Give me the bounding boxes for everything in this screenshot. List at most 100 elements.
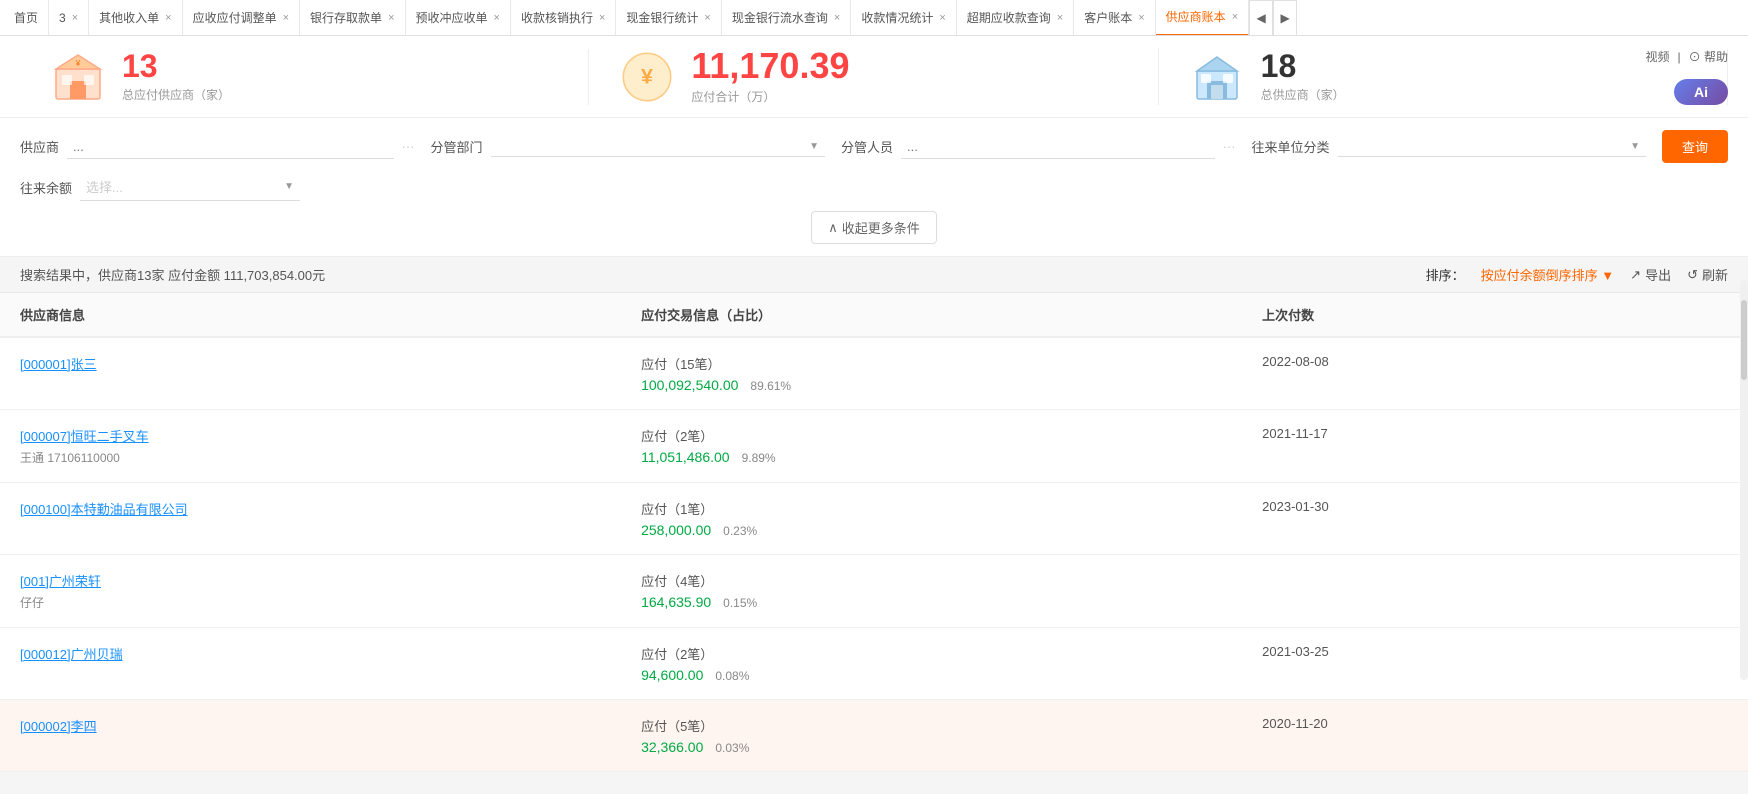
supplier-link-0[interactable]: [000001]张三 (20, 354, 641, 373)
payable-info-5: 应付（5笔） 32,366.00 0.03% (641, 716, 1262, 755)
scrollbar-thumb[interactable] (1741, 300, 1747, 380)
last-pay-date-0: 2022-08-08 (1262, 354, 1728, 369)
nav-tab-supplier-account-close[interactable]: × (1232, 11, 1238, 23)
sort-value[interactable]: 按应付余额倒序排序 ▼ (1481, 265, 1614, 284)
nav-tab-supplier-account-label: 供应商账本 (1166, 8, 1226, 25)
pay-amount-3[interactable]: 164,635.90 (641, 594, 711, 610)
help-link[interactable]: ⊙ 帮助 (1689, 48, 1728, 65)
table-row: [000012]广州贝瑞 应付（2笔） 94,600.00 0.08% 2021… (0, 628, 1748, 700)
nav-tab-home[interactable]: 首页 (4, 0, 49, 36)
pay-count-3: 应付（4笔） (641, 571, 1262, 590)
last-pay-date-4: 2021-03-25 (1262, 644, 1728, 659)
pay-amount-1[interactable]: 11,051,486.00 (641, 449, 730, 465)
payable-info-1: 应付（2笔） 11,051,486.00 9.89% (641, 426, 1262, 465)
category-label: 往来单位分类 (1252, 137, 1330, 156)
filter-balance: 往来余额 选择... ▼ (20, 173, 300, 201)
video-link[interactable]: 视频 (1646, 48, 1670, 65)
nav-tab-bank-deposit-close[interactable]: × (388, 12, 394, 24)
nav-tab-prepay[interactable]: 预收冲应收单 × (406, 0, 511, 36)
balance-select[interactable]: 选择... ▼ (80, 173, 300, 201)
ai-button[interactable]: Ai (1674, 79, 1728, 105)
category-select[interactable]: ▼ (1338, 137, 1646, 157)
svg-text:¥: ¥ (75, 59, 81, 68)
pay-count-5: 应付（5笔） (641, 716, 1262, 735)
nav-tab-collection-exec-label: 收款核销执行 (521, 9, 593, 26)
nav-tab-overdue-query-label: 超期应收款查询 (967, 9, 1051, 26)
col-header-payable: 应付交易信息（占比） (641, 305, 1262, 324)
nav-arrow-left[interactable]: ◀ (1249, 0, 1273, 36)
nav-tab-home-label: 首页 (14, 9, 38, 26)
nav-tab-other-income-close[interactable]: × (165, 12, 171, 24)
nav-tab-ap-adjust-close[interactable]: × (283, 12, 289, 24)
nav-arrow-right[interactable]: ▶ (1273, 0, 1297, 36)
pay-percent-5: 0.03% (715, 741, 749, 755)
vendor-icon: ¥ (50, 49, 106, 105)
nav-tab-overdue-query[interactable]: 超期应收款查询 × (957, 0, 1074, 36)
filter-bar: 供应商 ··· 分管部门 ▼ 分管人员 ··· 往来单位分类 ▼ 查询 (0, 118, 1748, 257)
filter-person: 分管人员 ··· (841, 135, 1236, 159)
vertical-scrollbar[interactable] (1740, 280, 1748, 680)
ap-amount-icon: ¥ (619, 49, 675, 105)
payable-info-3: 应付（4笔） 164,635.90 0.15% (641, 571, 1262, 610)
nav-tab-overdue-query-close[interactable]: × (1057, 12, 1063, 24)
supplier-link-3[interactable]: [001]广州荣轩 (20, 571, 641, 590)
supplier-link-2[interactable]: [000100]本特勤油品有限公司 (20, 499, 641, 518)
stat-ap-amount-content: 11,170.39 应付合计（万） (691, 48, 849, 105)
nav-tab-bank-deposit[interactable]: 银行存取款单 × (300, 0, 405, 36)
nav-tab-other-income-label: 其他收入单 (99, 9, 159, 26)
supplier-more-icon[interactable]: ··· (402, 139, 415, 154)
nav-tab-customer-account-close[interactable]: × (1138, 12, 1144, 24)
nav-tab-prepay-close[interactable]: × (494, 12, 500, 24)
nav-tab-3[interactable]: 3 × (49, 0, 89, 36)
nav-tab-3-label: 3 (59, 11, 66, 25)
pay-amount-4[interactable]: 94,600.00 (641, 667, 703, 683)
nav-tab-other-income[interactable]: 其他收入单 × (89, 0, 182, 36)
person-input[interactable] (901, 135, 1214, 159)
stat-ap-suppliers-content: 13 总应付供应商（家） (122, 50, 230, 103)
filter-supplier: 供应商 ··· (20, 135, 415, 159)
stat-ap-amount-label: 应付合计（万） (691, 88, 849, 105)
stat-total-suppliers-label: 总供应商（家） (1261, 86, 1345, 103)
refresh-button[interactable]: ↺ 刷新 (1687, 265, 1728, 284)
pay-amount-2[interactable]: 258,000.00 (641, 522, 711, 538)
nav-tab-ap-adjust[interactable]: 应收应付调整单 × (183, 0, 300, 36)
pay-amount-5[interactable]: 32,366.00 (641, 739, 703, 755)
nav-tab-cash-bank-flow[interactable]: 现金银行流水查询 × (722, 0, 851, 36)
pay-percent-4: 0.08% (715, 669, 749, 683)
pay-amount-0[interactable]: 100,092,540.00 (641, 377, 738, 393)
collapse-button[interactable]: ∧ 收起更多条件 (811, 211, 937, 244)
results-right: 排序： 按应付余额倒序排序 ▼ ↗ 导出 ↺ 刷新 (1426, 265, 1728, 284)
dept-select[interactable]: ▼ (491, 137, 825, 157)
nav-tab-collection-stat[interactable]: 收款情况统计 × (851, 0, 956, 36)
filter-row-2: 往来余额 选择... ▼ (20, 173, 1728, 201)
filter-row-1: 供应商 ··· 分管部门 ▼ 分管人员 ··· 往来单位分类 ▼ 查询 (20, 130, 1728, 163)
svg-text:¥: ¥ (641, 64, 653, 88)
export-button[interactable]: ↗ 导出 (1630, 265, 1671, 284)
supplier-link-4[interactable]: [000012]广州贝瑞 (20, 644, 641, 663)
nav-tab-cash-bank-stat-close[interactable]: × (704, 12, 710, 24)
nav-tab-3-close[interactable]: × (72, 12, 78, 24)
supplier-link-5[interactable]: [000002]李四 (20, 716, 641, 735)
nav-tab-collection-stat-close[interactable]: × (939, 12, 945, 24)
last-pay-date-1: 2021-11-17 (1262, 426, 1728, 441)
balance-placeholder: 选择... (86, 177, 284, 196)
pay-count-0: 应付（15笔） (641, 354, 1262, 373)
stat-ap-suppliers-number: 13 (122, 50, 230, 82)
results-bar: 搜索结果中，供应商13家 应付金额 111,703,854.00元 排序： 按应… (0, 257, 1748, 293)
nav-tab-customer-account[interactable]: 客户账本 × (1074, 0, 1155, 36)
top-navigation: 首页 3 × 其他收入单 × 应收应付调整单 × 银行存取款单 × 预收冲应收单… (0, 0, 1748, 36)
nav-tab-collection-exec-close[interactable]: × (599, 12, 605, 24)
refresh-label: 刷新 (1702, 265, 1728, 284)
pay-count-2: 应付（1笔） (641, 499, 1262, 518)
query-button[interactable]: 查询 (1662, 130, 1728, 163)
nav-tab-cash-bank-stat[interactable]: 现金银行统计 × (616, 0, 721, 36)
nav-tab-supplier-account[interactable]: 供应商账本 × (1156, 0, 1249, 36)
supplier-link-1[interactable]: [000007]恒旺二手叉车 (20, 426, 641, 445)
supplier-info-4: [000012]广州贝瑞 (20, 644, 641, 663)
nav-tab-cash-bank-flow-close[interactable]: × (834, 12, 840, 24)
col-header-supplier: 供应商信息 (20, 305, 641, 324)
supplier-input[interactable] (67, 135, 393, 159)
person-more-icon[interactable]: ··· (1223, 139, 1236, 154)
nav-tab-collection-exec[interactable]: 收款核销执行 × (511, 0, 616, 36)
table-row: [000001]张三 应付（15笔） 100,092,540.00 89.61%… (0, 338, 1748, 410)
